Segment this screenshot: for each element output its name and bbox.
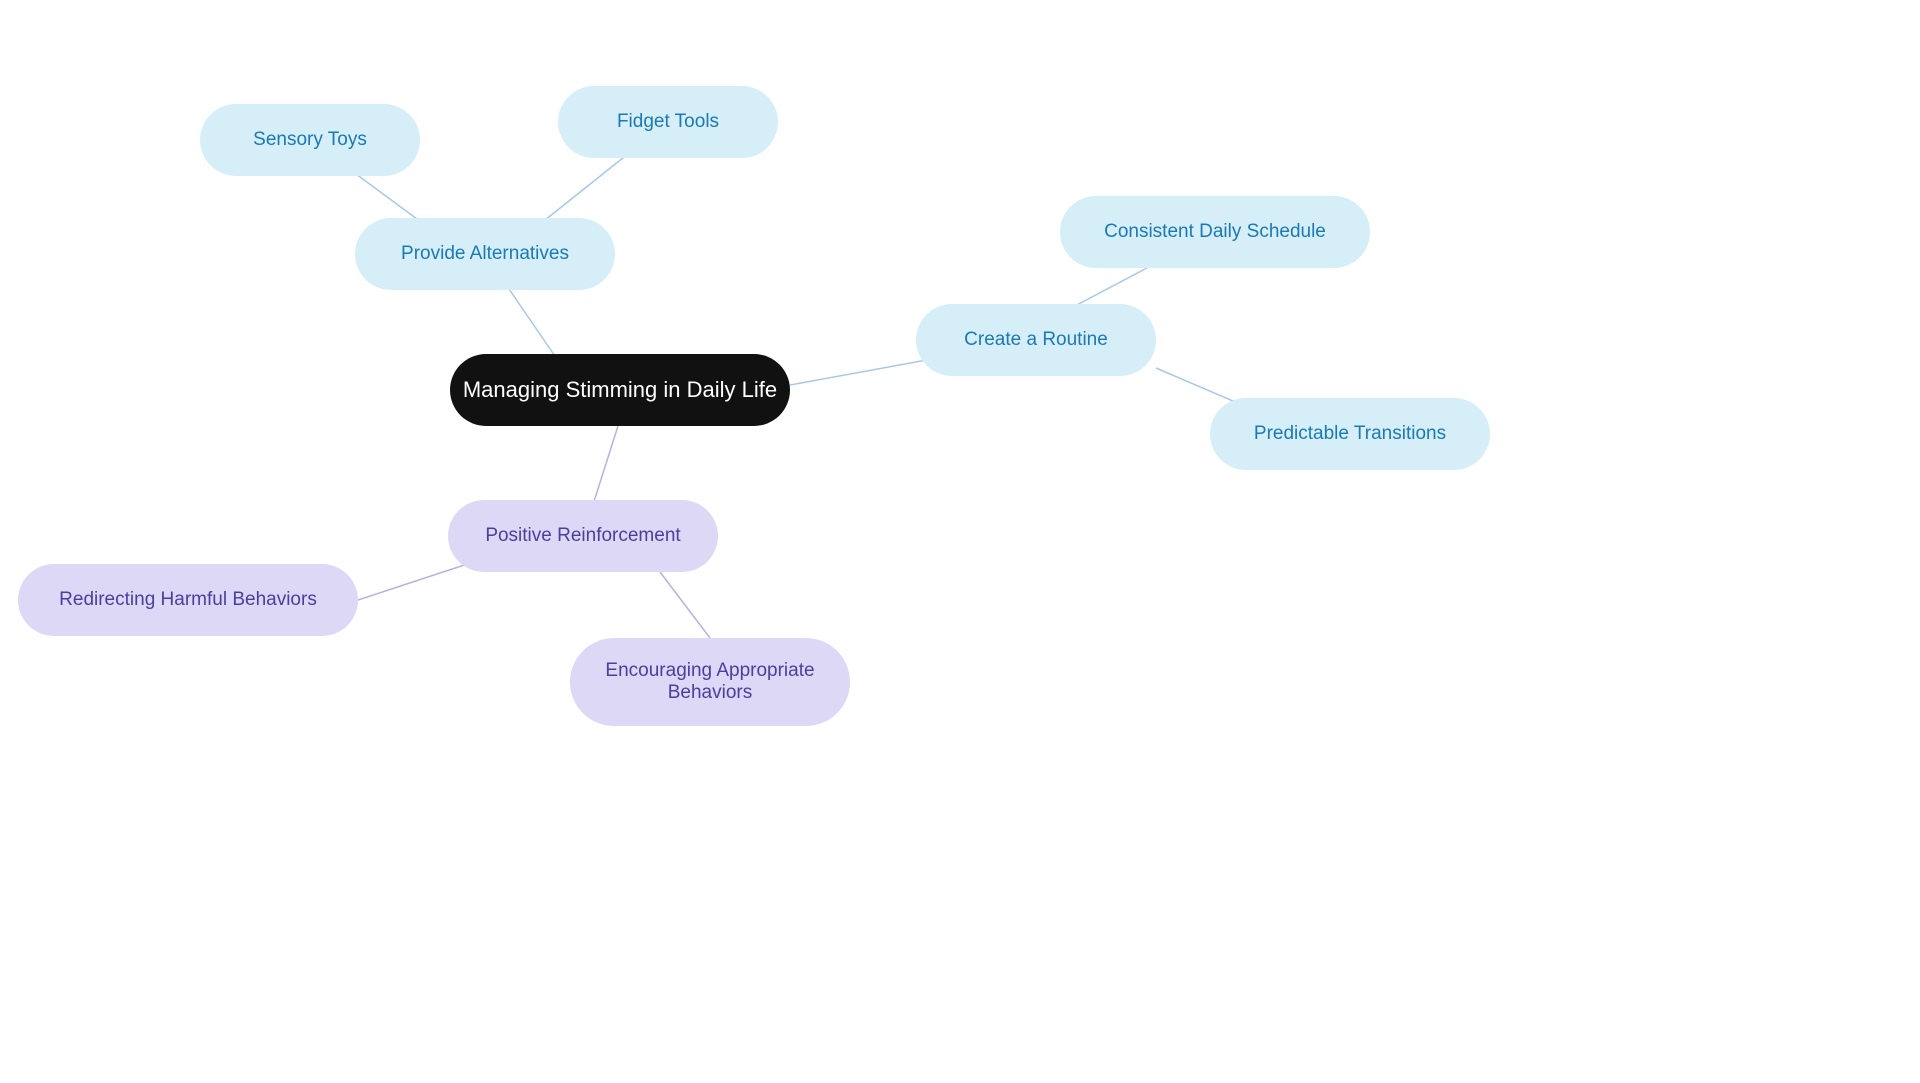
positive-reinforcement-node[interactable]: Positive Reinforcement	[448, 500, 718, 572]
center-label: Managing Stimming in Daily Life	[463, 377, 777, 403]
consistent-daily-label: Consistent Daily Schedule	[1104, 221, 1326, 243]
create-routine-node[interactable]: Create a Routine	[916, 304, 1156, 376]
encouraging-appropriate-label: Encouraging Appropriate Behaviors	[570, 660, 850, 704]
provide-alternatives-label: Provide Alternatives	[401, 243, 569, 265]
sensory-toys-label: Sensory Toys	[253, 129, 367, 151]
create-routine-label: Create a Routine	[964, 329, 1108, 351]
redirecting-harmful-label: Redirecting Harmful Behaviors	[59, 589, 317, 611]
predictable-transitions-node[interactable]: Predictable Transitions	[1210, 398, 1490, 470]
encouraging-appropriate-node[interactable]: Encouraging Appropriate Behaviors	[570, 638, 850, 726]
provide-alternatives-node[interactable]: Provide Alternatives	[355, 218, 615, 290]
consistent-daily-schedule-node[interactable]: Consistent Daily Schedule	[1060, 196, 1370, 268]
predictable-transitions-label: Predictable Transitions	[1254, 423, 1446, 445]
positive-reinforcement-label: Positive Reinforcement	[485, 525, 680, 547]
fidget-tools-node[interactable]: Fidget Tools	[558, 86, 778, 158]
redirecting-harmful-node[interactable]: Redirecting Harmful Behaviors	[18, 564, 358, 636]
fidget-tools-label: Fidget Tools	[617, 111, 719, 133]
sensory-toys-node[interactable]: Sensory Toys	[200, 104, 420, 176]
center-node[interactable]: Managing Stimming in Daily Life	[450, 354, 790, 426]
